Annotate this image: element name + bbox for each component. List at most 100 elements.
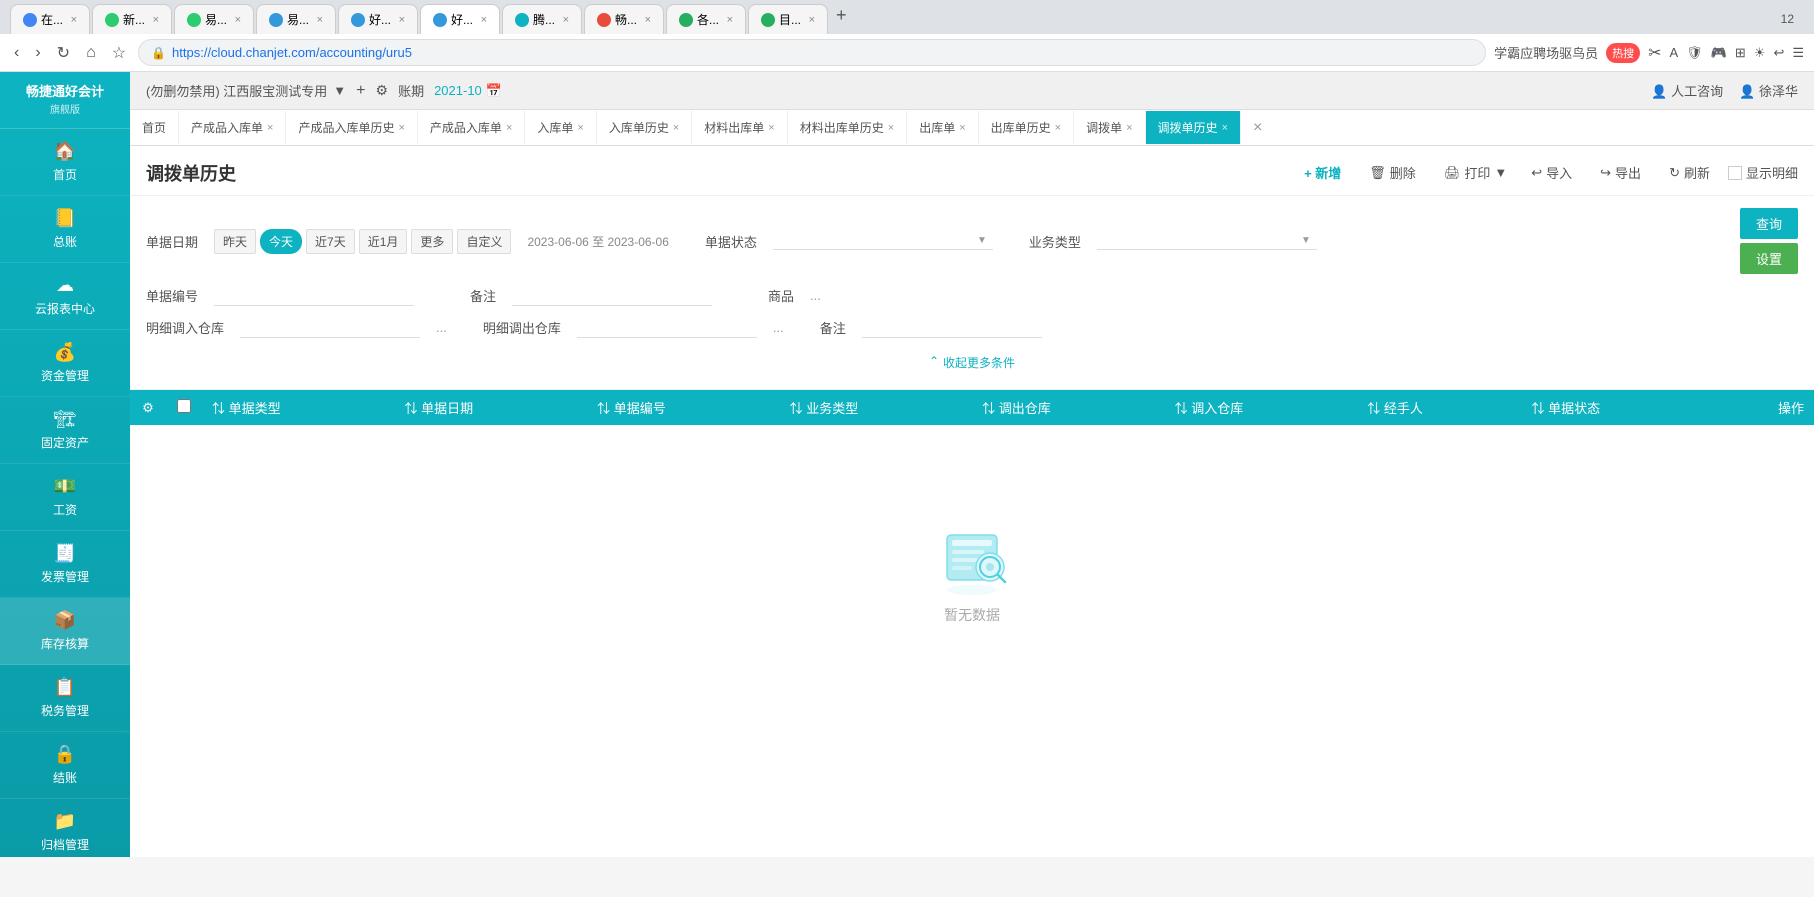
tab-10-close[interactable]: × — [1126, 122, 1132, 134]
select-all-checkbox[interactable] — [177, 399, 191, 413]
tab-6-close[interactable]: × — [768, 122, 774, 134]
export-btn[interactable]: ↪ 导出 — [1590, 158, 1651, 187]
browser-tab-active[interactable]: 好... × — [420, 4, 500, 34]
sidebar-item-ledger[interactable]: 📒 总账 — [0, 196, 130, 263]
note2-input[interactable] — [862, 316, 1042, 338]
page-tab-7[interactable]: 材料出库单历史 × — [788, 111, 907, 144]
tab-4-close[interactable]: × — [577, 122, 583, 134]
tab-panel-close[interactable]: × — [1245, 111, 1270, 145]
th-in-warehouse[interactable]: ⇅ 调入仓库 — [1165, 390, 1358, 425]
reload-button[interactable]: ↻ — [53, 39, 74, 67]
query-button[interactable]: 查询 — [1740, 208, 1798, 239]
tab-close-active[interactable]: × — [481, 14, 487, 26]
tab-close-6[interactable]: × — [563, 14, 569, 26]
service-link[interactable]: 👤 人工咨询 — [1651, 81, 1723, 100]
delete-btn[interactable]: 🗑 删除 — [1359, 158, 1426, 187]
in-warehouse-ellipsis[interactable]: ... — [436, 320, 447, 335]
sidebar-item-salary[interactable]: 💵 工资 — [0, 464, 130, 531]
out-warehouse-input[interactable] — [577, 316, 757, 338]
date-btn-yesterday[interactable]: 昨天 — [214, 229, 256, 254]
collapse-row[interactable]: ⌃ 收起更多条件 — [146, 348, 1798, 377]
tab-8-close[interactable]: × — [959, 122, 965, 134]
out-warehouse-ellipsis[interactable]: ... — [773, 320, 784, 335]
period-selector[interactable]: 2021-10 📅 — [434, 83, 502, 99]
th-doc-type[interactable]: ⇅ 单据类型 — [202, 390, 395, 425]
browser-tab-9[interactable]: 目... × — [748, 4, 828, 34]
tab-3-close[interactable]: × — [506, 122, 512, 134]
th-handler[interactable]: ⇅ 经手人 — [1357, 390, 1521, 425]
bookmark-button[interactable]: ☆ — [108, 39, 130, 67]
th-doc-num[interactable]: ⇅ 单据编号 — [587, 390, 780, 425]
doc-num-input[interactable] — [214, 284, 414, 306]
sidebar-item-invoice[interactable]: 🧾 发票管理 — [0, 531, 130, 598]
tab-11-close[interactable]: × — [1222, 122, 1228, 134]
sidebar-item-capital[interactable]: 💰 资金管理 — [0, 330, 130, 397]
display-toggle[interactable]: 显示明细 — [1728, 163, 1798, 182]
in-warehouse-input[interactable] — [240, 316, 420, 338]
biz-type-select[interactable]: ▼ — [1097, 232, 1317, 250]
settings-icon[interactable]: ⚙ — [376, 82, 389, 99]
browser-tab-8[interactable]: 各... × — [666, 4, 746, 34]
sidebar-item-report[interactable]: ☁ 云报表中心 — [0, 263, 130, 330]
sidebar-item-tax[interactable]: 📋 税务管理 — [0, 665, 130, 732]
sidebar-item-home[interactable]: 🏠 首页 — [0, 129, 130, 196]
tab-close-7[interactable]: × — [645, 14, 651, 26]
date-btn-today[interactable]: 今天 — [260, 229, 302, 254]
browser-tab-4[interactable]: 好... × — [338, 4, 418, 34]
th-checkbox[interactable] — [166, 390, 202, 425]
user-avatar[interactable]: 👤 徐泽华 — [1739, 81, 1798, 100]
th-gear[interactable]: ⚙ — [130, 390, 166, 425]
import-btn[interactable]: ↩ 导入 — [1521, 158, 1582, 187]
page-tab-1[interactable]: 产成品入库单 × — [179, 111, 286, 144]
browser-tab-3[interactable]: 易... × — [256, 4, 336, 34]
note-input[interactable] — [512, 284, 712, 306]
browser-tab-6[interactable]: 腾... × — [502, 4, 582, 34]
tab-close-9[interactable]: × — [809, 14, 815, 26]
page-tab-11[interactable]: 调拨单历史 × — [1146, 111, 1241, 144]
sidebar-item-archive[interactable]: 📁 归档管理 — [0, 799, 130, 857]
tab-close-0[interactable]: × — [71, 14, 77, 26]
status-select[interactable]: ▼ — [773, 232, 993, 250]
new-btn[interactable]: + 新增 — [1294, 158, 1351, 187]
th-doc-date[interactable]: ⇅ 单据日期 — [395, 390, 588, 425]
th-out-warehouse[interactable]: ⇅ 调出仓库 — [972, 390, 1165, 425]
company-selector[interactable]: (勿删勿禁用) 江西服宝测试专用 ▼ — [146, 81, 346, 100]
page-tab-8[interactable]: 出库单 × — [907, 111, 978, 144]
sidebar-item-closing[interactable]: 🔒 结账 — [0, 732, 130, 799]
home-button[interactable]: ⌂ — [82, 40, 100, 66]
th-biz-type[interactable]: ⇅ 业务类型 — [780, 390, 973, 425]
new-tab-btn[interactable]: + — [830, 0, 853, 34]
sidebar-item-inventory[interactable]: 📦 库存核算 — [0, 598, 130, 665]
back-button[interactable]: ‹ — [10, 40, 23, 66]
browser-tab-2[interactable]: 易... × — [174, 4, 254, 34]
forward-button[interactable]: › — [31, 40, 44, 66]
page-tab-9[interactable]: 出库单历史 × — [979, 111, 1074, 144]
sidebar-item-fixed[interactable]: 🏗 固定资产 — [0, 397, 130, 464]
tab-2-close[interactable]: × — [398, 122, 404, 134]
page-tab-5[interactable]: 入库单历史 × — [597, 111, 692, 144]
tab-7-close[interactable]: × — [888, 122, 894, 134]
address-bar[interactable]: 🔒 https://cloud.chanjet.com/accounting/u… — [138, 39, 1486, 66]
tab-1-close[interactable]: × — [267, 122, 273, 134]
page-tab-6[interactable]: 材料出库单 × — [692, 111, 787, 144]
add-company-btn[interactable]: + — [356, 82, 365, 100]
page-tab-2[interactable]: 产成品入库单历史 × — [286, 111, 417, 144]
tab-close-2[interactable]: × — [235, 14, 241, 26]
date-btn-more[interactable]: 更多 — [411, 229, 453, 254]
th-doc-status[interactable]: ⇅ 单据状态 — [1521, 390, 1714, 425]
page-tab-10[interactable]: 调拨单 × — [1074, 111, 1145, 144]
tab-close-1[interactable]: × — [153, 14, 159, 26]
tab-close-8[interactable]: × — [727, 14, 733, 26]
date-btn-1month[interactable]: 近1月 — [359, 229, 408, 254]
date-btn-7days[interactable]: 近7天 — [306, 229, 355, 254]
tab-close-3[interactable]: × — [317, 14, 323, 26]
browser-tab-7[interactable]: 畅... × — [584, 4, 664, 34]
date-btn-custom[interactable]: 自定义 — [457, 229, 511, 254]
goods-ellipsis[interactable]: ... — [810, 288, 821, 303]
print-btn[interactable]: 🖨 打印 ▼ — [1434, 158, 1513, 187]
page-tab-4[interactable]: 入库单 × — [525, 111, 596, 144]
refresh-btn[interactable]: ↻ 刷新 — [1659, 158, 1720, 187]
tab-close-4[interactable]: × — [399, 14, 405, 26]
browser-tab-0[interactable]: 在... × — [10, 4, 90, 34]
page-tab-3[interactable]: 产成品入库单 × — [418, 111, 525, 144]
